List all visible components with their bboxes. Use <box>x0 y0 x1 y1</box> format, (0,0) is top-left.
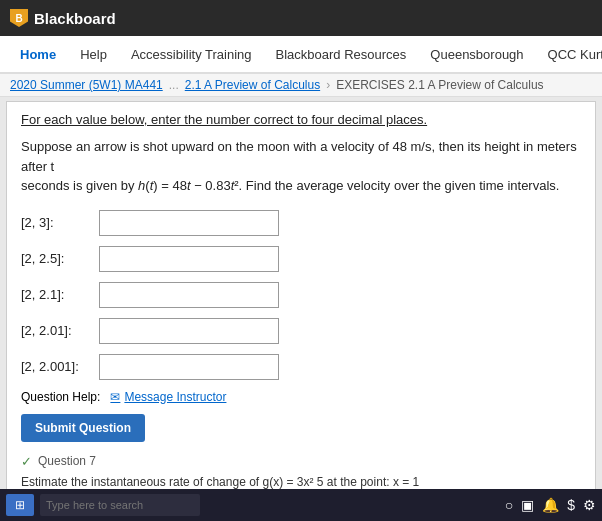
input-2-21[interactable] <box>99 282 279 308</box>
input-2-3[interactable] <box>99 210 279 236</box>
estimate-text: Estimate the instantaneous rate of chang… <box>21 475 581 489</box>
nav-item-queensborough[interactable]: Queensborough <box>420 39 533 72</box>
input-2-25[interactable] <box>99 246 279 272</box>
breadcrumb-current: EXERCISES 2.1 A Preview of Calculus <box>336 78 543 92</box>
nav-bar: Home Help Accessibility Training Blackbo… <box>0 36 602 74</box>
nav-item-blackboard-resources[interactable]: Blackboard Resources <box>266 39 417 72</box>
breadcrumb-course[interactable]: 2020 Summer (5W1) MA441 <box>10 78 163 92</box>
taskbar: ⊞ ○ ▣ 🔔 $ ⚙ <box>0 489 602 521</box>
label-2-21: [2, 2.1]: <box>21 287 91 302</box>
label-2-3: [2, 3]: <box>21 215 91 230</box>
taskbar-settings-icon[interactable]: ⚙ <box>583 497 596 513</box>
question-help-label: Question Help: <box>21 390 100 404</box>
windows-icon: ⊞ <box>15 498 25 512</box>
label-2-25: [2, 2.5]: <box>21 251 91 266</box>
next-question-row: ✓ Question 7 <box>21 454 581 469</box>
nav-item-home[interactable]: Home <box>10 39 66 72</box>
nav-item-accessibility[interactable]: Accessibility Training <box>121 39 262 72</box>
breadcrumb: 2020 Summer (5W1) MA441 ... 2.1 A Previe… <box>0 74 602 97</box>
label-2-201: [2, 2.01]: <box>21 323 91 338</box>
main-content: For each value below, enter the number c… <box>6 101 596 500</box>
breadcrumb-sep2: › <box>326 78 330 92</box>
label-2-2001: [2, 2.001]: <box>21 359 91 374</box>
question-7-label: Question 7 <box>38 454 96 468</box>
nav-item-kurt[interactable]: QCC Kurt R. <box>538 39 602 72</box>
input-row-2: [2, 2.5]: <box>21 246 581 272</box>
input-row-3: [2, 2.1]: <box>21 282 581 308</box>
problem-line1: Suppose an arrow is shot upward on the m… <box>21 139 577 174</box>
message-instructor-link[interactable]: ✉ Message Instructor <box>110 390 226 404</box>
input-2-2001[interactable] <box>99 354 279 380</box>
taskbar-notification-icon[interactable]: 🔔 <box>542 497 559 513</box>
logo-text: Blackboard <box>34 10 116 27</box>
logo-icon: B <box>10 9 28 27</box>
breadcrumb-section[interactable]: 2.1 A Preview of Calculus <box>185 78 320 92</box>
taskbar-dollar-icon: $ <box>567 497 575 513</box>
top-bar: B Blackboard <box>0 0 602 36</box>
instruction-text: For each value below, enter the number c… <box>21 112 581 127</box>
taskbar-icon-1[interactable]: ○ <box>505 497 513 513</box>
problem-line2: seconds is given by h(t) = 48t − 0.83t².… <box>21 178 559 193</box>
input-row-4: [2, 2.01]: <box>21 318 581 344</box>
start-button[interactable]: ⊞ <box>6 494 34 516</box>
problem-text: Suppose an arrow is shot upward on the m… <box>21 137 581 196</box>
logo: B Blackboard <box>10 9 116 27</box>
input-2-201[interactable] <box>99 318 279 344</box>
envelope-icon: ✉ <box>110 390 120 404</box>
taskbar-icons: ○ ▣ 🔔 $ ⚙ <box>505 497 596 513</box>
input-row-1: [2, 3]: <box>21 210 581 236</box>
question-help-row: Question Help: ✉ Message Instructor <box>21 390 581 404</box>
submit-button[interactable]: Submit Question <box>21 414 145 442</box>
input-row-5: [2, 2.001]: <box>21 354 581 380</box>
message-instructor-text: Message Instructor <box>124 390 226 404</box>
nav-item-help[interactable]: Help <box>70 39 117 72</box>
checkmark-icon: ✓ <box>21 454 32 469</box>
breadcrumb-sep1: ... <box>169 78 179 92</box>
taskbar-search-input[interactable] <box>40 494 200 516</box>
taskbar-icon-2[interactable]: ▣ <box>521 497 534 513</box>
